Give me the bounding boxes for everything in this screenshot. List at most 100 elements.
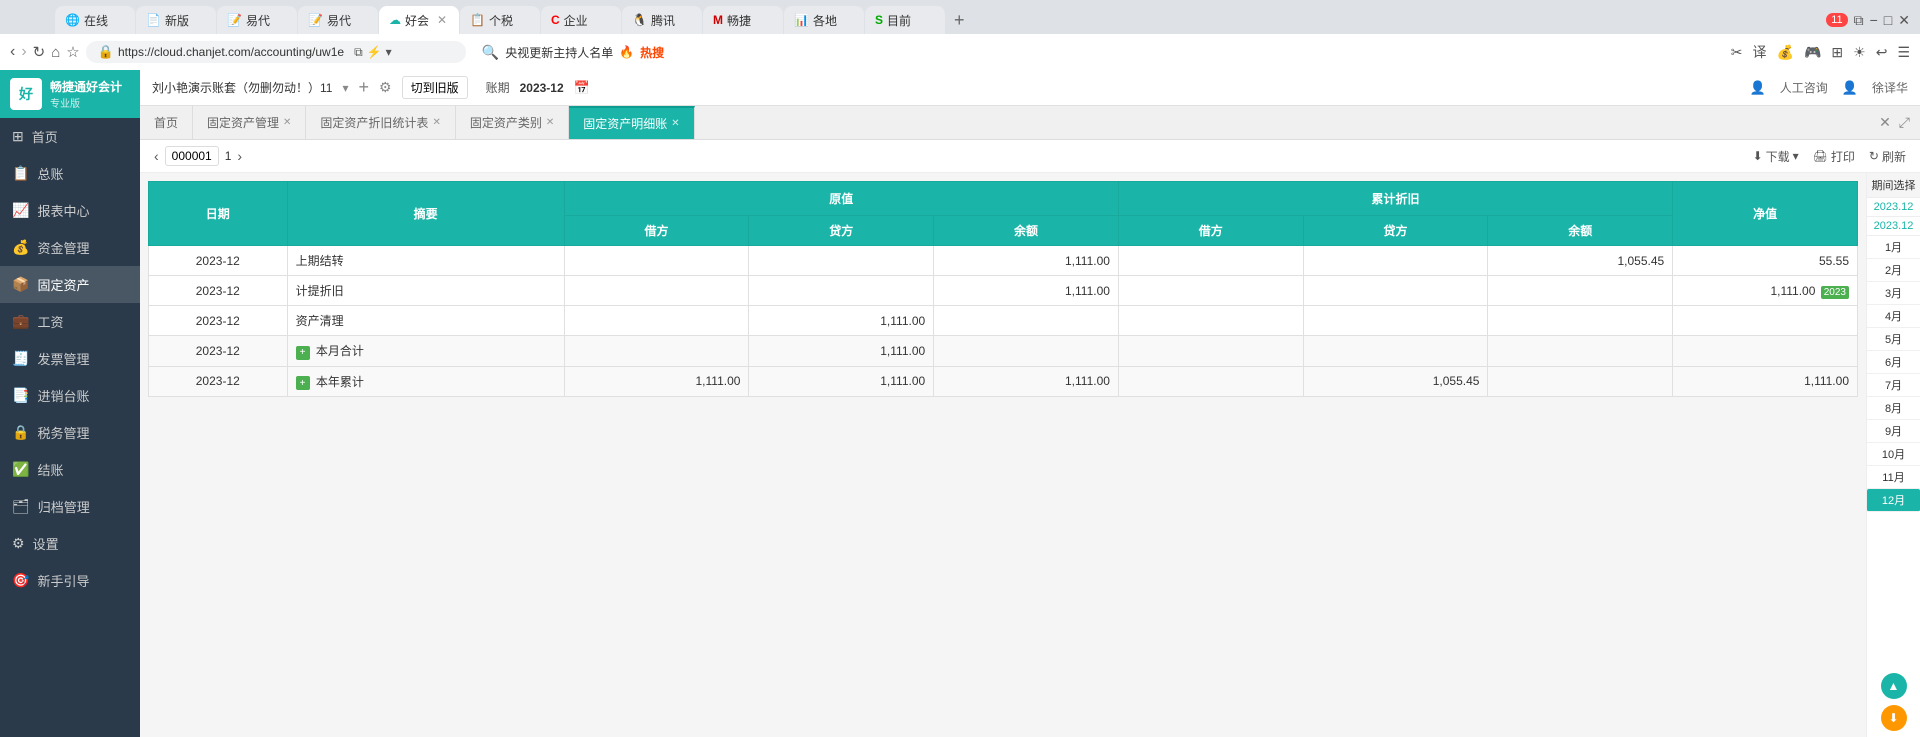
sidebar-item-purchase-sales[interactable]: 📑 进销台账 [0, 377, 140, 414]
add-account-button[interactable]: + [359, 77, 370, 98]
scroll-down-icon[interactable]: ⬇ [1881, 705, 1907, 731]
translate-icon[interactable]: 译 [1753, 42, 1767, 62]
wallet-icon[interactable]: 💰 [1777, 44, 1794, 61]
period-month-1[interactable]: 1月 [1867, 236, 1920, 259]
period-month-7[interactable]: 7月 [1867, 374, 1920, 397]
tab-online[interactable]: 🌐 在线 [55, 6, 135, 34]
dropdown-icon[interactable]: ▾ [386, 45, 392, 59]
sidebar-item-invoice[interactable]: 🧾 发票管理 [0, 340, 140, 377]
scroll-up-icon[interactable]: ▲ [1881, 673, 1907, 699]
expand-icon[interactable]: ⤢ [1899, 114, 1910, 131]
corp-icon: C [551, 13, 560, 27]
menu-icon[interactable]: ☰ [1897, 44, 1910, 61]
tab-asset-management[interactable]: 固定资产管理 ✕ [193, 106, 306, 139]
new-tab-button[interactable]: + [946, 6, 973, 34]
dropdown-user-icon[interactable]: ▾ [342, 81, 348, 95]
game-icon[interactable]: 🎮 [1804, 44, 1821, 61]
period-month-2[interactable]: 2月 [1867, 259, 1920, 282]
row1-orig-credit [749, 246, 934, 276]
sidebar-item-payroll[interactable]: 💼 工资 [0, 303, 140, 340]
period-month-3[interactable]: 3月 [1867, 282, 1920, 305]
tab-gedi[interactable]: 📊 各地 [784, 6, 864, 34]
sidebar-item-home[interactable]: ⊞ 首页 [0, 118, 140, 155]
tab-close-4[interactable]: ✕ [671, 118, 679, 129]
tab-mudi[interactable]: S 目前 [865, 6, 945, 34]
tab-depreciation-stats[interactable]: 固定资产折旧统计表 ✕ [306, 106, 455, 139]
address-text[interactable]: https://cloud.chanjet.com/accounting/uw1… [118, 45, 344, 59]
switch-version-button[interactable]: 切到旧版 [402, 76, 468, 99]
tab-home[interactable]: 首页 [140, 106, 193, 139]
period-month-4[interactable]: 4月 [1867, 305, 1920, 328]
undo-icon[interactable]: ↩ [1876, 44, 1888, 61]
period-selected-year[interactable]: 2023.12 [1867, 198, 1920, 217]
sidebar-item-guide[interactable]: 🎯 新手引导 [0, 562, 140, 599]
tab-close-3[interactable]: ✕ [546, 117, 554, 128]
tab-geshui[interactable]: 📋 个税 [460, 6, 540, 34]
tab-new[interactable]: 📄 新版 [136, 6, 216, 34]
settings-cog-icon[interactable]: ⚙ [379, 79, 392, 96]
sidebar-item-fixed-assets[interactable]: 📦 固定资产 [0, 266, 140, 303]
next-page-button[interactable]: › [237, 148, 242, 164]
row4-acc-credit [1303, 336, 1488, 367]
period-current[interactable]: 2023.12 [1867, 217, 1920, 236]
layout-icon[interactable]: ⊞ [1831, 44, 1843, 61]
home-button[interactable]: ⌂ [51, 44, 60, 61]
tab-yidai1[interactable]: 📝 易代 [217, 6, 297, 34]
tab-haohui[interactable]: ☁ 好会 ✕ [379, 6, 459, 34]
row5-acc-credit: 1,055.45 [1303, 366, 1488, 397]
tab-close-haohui[interactable]: ✕ [437, 13, 447, 27]
period-month-12[interactable]: 12月 [1867, 489, 1920, 512]
scissors-icon[interactable]: ✂ [1731, 44, 1743, 61]
sidebar-item-reports[interactable]: 📈 报表中心 [0, 192, 140, 229]
period-month-10[interactable]: 10月 [1867, 443, 1920, 466]
tab-asset-detail[interactable]: 固定资产明细账 ✕ [569, 106, 694, 139]
close-window-icon[interactable]: ✕ [1898, 12, 1910, 29]
row5-orig-debit: 1,111.00 [564, 366, 749, 397]
maximize-icon[interactable]: □ [1884, 12, 1892, 28]
brightness-icon[interactable]: ☀ [1853, 44, 1866, 61]
col-date: 日期 [149, 182, 288, 246]
refresh-button[interactable]: ↻ 刷新 [1869, 148, 1906, 165]
period-month-9[interactable]: 9月 [1867, 420, 1920, 443]
tab-close-2[interactable]: ✕ [432, 117, 440, 128]
tab-close-1[interactable]: ✕ [283, 117, 291, 128]
user-name[interactable]: 徐译华 [1872, 79, 1908, 96]
download-icon: ⬇ [1753, 149, 1763, 163]
qr-icon[interactable]: ⧉ [354, 45, 363, 60]
col-orig-credit: 贷方 [749, 216, 934, 246]
sub-header: ‹ 000001 1 › ⬇ 下载 ▾ 🖨 打印 ↻ 刷新 [140, 140, 1920, 173]
download-dropdown[interactable]: ▾ [1793, 149, 1799, 163]
sidebar-item-settings[interactable]: ⚙ 设置 [0, 525, 140, 562]
restore-icon[interactable]: ⧉ [1854, 12, 1864, 29]
calendar-icon[interactable]: 📅 [574, 80, 590, 96]
tab-changjie[interactable]: M 畅捷 [703, 6, 783, 34]
logo-sub: 专业版 [50, 95, 122, 110]
period-month-6[interactable]: 6月 [1867, 351, 1920, 374]
sidebar-item-funds[interactable]: 💰 资金管理 [0, 229, 140, 266]
print-button[interactable]: 🖨 打印 [1813, 148, 1855, 165]
minimize-icon[interactable]: − [1870, 12, 1878, 28]
tab-asset-category[interactable]: 固定资产类别 ✕ [456, 106, 569, 139]
sidebar-item-ledger[interactable]: 📋 总账 [0, 155, 140, 192]
table-row: 2023-12 计提折旧 1,111.00 1,111.00 [149, 276, 1858, 306]
period-month-5[interactable]: 5月 [1867, 328, 1920, 351]
bookmark-button[interactable]: ☆ [66, 43, 79, 61]
forward-button[interactable]: › [21, 43, 26, 61]
sidebar-item-archive[interactable]: 🗂 归档管理 [0, 488, 140, 525]
period-month-11[interactable]: 11月 [1867, 466, 1920, 489]
back-button[interactable]: ‹ [10, 43, 15, 61]
row3-acc-debit [1118, 306, 1303, 336]
download-button[interactable]: ⬇ 下载 ▾ [1753, 148, 1799, 165]
top-bar: 刘小艳演示账套（勿删勿动！）11 ▾ + ⚙ 切到旧版 账期 2023-12 📅… [140, 70, 1920, 106]
tab-yidai2[interactable]: 📝 易代 [298, 6, 378, 34]
sidebar-item-close-period[interactable]: ✅ 结账 [0, 451, 140, 488]
tab-tencent[interactable]: 🐧 腾讯 [622, 6, 702, 34]
tab-qiye[interactable]: C 企业 [541, 6, 621, 34]
refresh-nav-button[interactable]: ↻ [33, 43, 46, 61]
help-label[interactable]: 人工咨询 [1780, 79, 1828, 96]
payroll-icon: 💼 [12, 313, 29, 330]
period-month-8[interactable]: 8月 [1867, 397, 1920, 420]
sidebar-item-tax[interactable]: 🔒 税务管理 [0, 414, 140, 451]
prev-page-button[interactable]: ‹ [154, 148, 159, 164]
close-all-icon[interactable]: ✕ [1879, 114, 1891, 131]
